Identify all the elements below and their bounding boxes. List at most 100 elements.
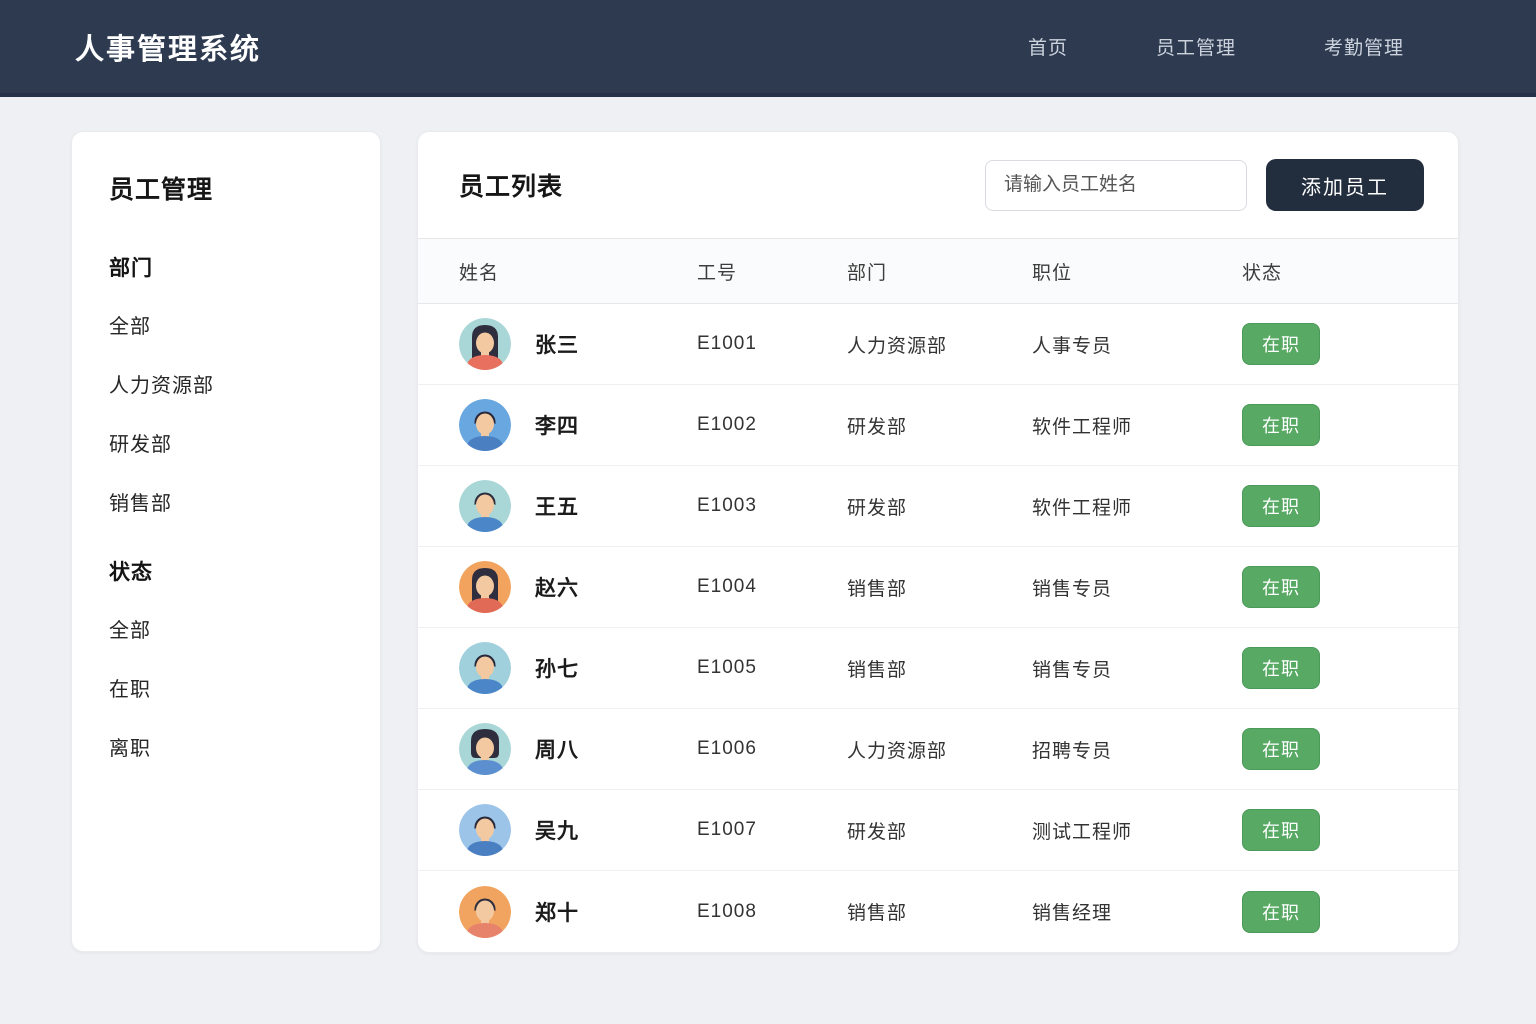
employee-name: 郑十 [535, 901, 579, 925]
employee-department: 人力资源部 [847, 335, 948, 357]
employee-name: 吴九 [535, 820, 579, 843]
app-title: 人事管理系统 [75, 33, 262, 66]
employee-id: E1006 [697, 738, 757, 759]
sidebar-section-2: 状态 全部 在职 离职 [109, 556, 356, 761]
status-cell: 在职 [1242, 647, 1417, 689]
employee-position: 软件工程师 [1032, 497, 1133, 519]
table-row[interactable]: 张三 E1001 人力资源部 人事专员 在职 [418, 304, 1458, 385]
status-cell: 在职 [1242, 323, 1417, 365]
employee-avatar [459, 804, 511, 856]
sidebar-title: 员工管理 [109, 176, 214, 204]
employee-name: 王五 [535, 496, 579, 519]
navbar: 人事管理系统 首页 员工管理 考勤管理 [0, 0, 1536, 97]
sidebar-item[interactable]: 研发部 [109, 428, 356, 457]
search-input[interactable] [985, 159, 1247, 211]
employee-list-header: 员工列表 添加员工 [418, 132, 1458, 238]
page-body: 员工管理 部门全部人力资源部研发部销售部状态全部在职离职 员工列表 添加员工 姓… [0, 97, 1536, 953]
employee-department: 研发部 [847, 416, 908, 438]
employee-avatar [459, 885, 511, 938]
employee-position: 测试工程师 [1032, 821, 1133, 843]
employee-avatar [459, 561, 511, 613]
header-actions: 添加员工 [985, 159, 1424, 211]
employee-position: 软件工程师 [1032, 416, 1133, 438]
sidebar-item[interactable]: 离职 [109, 732, 356, 761]
name-cell: 吴九 [459, 804, 697, 856]
page-title: 员工列表 [459, 173, 564, 201]
employee-name: 赵六 [535, 577, 579, 600]
name-cell: 王五 [459, 480, 697, 532]
status-badge: 在职 [1242, 890, 1320, 933]
table-row[interactable]: 吴九 E1007 研发部 测试工程师 在职 [418, 790, 1458, 871]
employee-department: 销售部 [847, 578, 908, 600]
sidebar-section-header: 部门 [109, 257, 153, 280]
table-row[interactable]: 周八 E1006 人力资源部 招聘专员 在职 [418, 709, 1458, 790]
employee-id: E1002 [697, 414, 757, 435]
employee-position: 招聘专员 [1032, 740, 1113, 762]
nav-item-2[interactable]: 员工管理 [1156, 33, 1236, 60]
employee-avatar [459, 399, 511, 451]
employee-position: 销售专员 [1032, 659, 1113, 681]
employee-position: 销售专员 [1032, 578, 1113, 600]
employee-department: 销售部 [847, 659, 908, 681]
employee-name: 李四 [535, 415, 579, 438]
status-cell: 在职 [1242, 566, 1417, 608]
employee-avatar [459, 642, 511, 694]
employee-list-card: 员工列表 添加员工 姓名工号部门职位状态 张三E1001人力资源部人事专员在职李… [417, 131, 1459, 953]
employee-department: 研发部 [847, 497, 908, 519]
status-badge: 在职 [1242, 566, 1320, 608]
sidebar-item[interactable]: 人力资源部 [109, 369, 356, 398]
employee-position: 销售经理 [1032, 903, 1113, 924]
name-cell: 张三 [459, 318, 697, 370]
employee-id: E1005 [697, 657, 757, 678]
name-cell: 赵六 [459, 561, 697, 613]
column-header: 部门 [847, 262, 888, 284]
sidebar-section-1: 部门全部人力资源部研发部销售部 [109, 252, 356, 516]
column-header: 状态 [1242, 262, 1283, 284]
sidebar-item[interactable]: 销售部 [109, 487, 356, 516]
column-header: 职位 [1032, 262, 1073, 284]
status-badge: 在职 [1242, 728, 1320, 770]
name-cell: 周八 [459, 723, 697, 775]
employee-department: 人力资源部 [847, 740, 948, 762]
table-row[interactable]: 郑十 E1008 销售部 销售经理 在职 [418, 871, 1458, 952]
status-cell: 在职 [1242, 728, 1417, 770]
status-cell: 在职 [1242, 890, 1417, 933]
status-badge: 在职 [1242, 809, 1320, 851]
table-row[interactable]: 孙七 E1005 销售部 销售专员 在职 [418, 628, 1458, 709]
table-row[interactable]: 李四 E1002 研发部 软件工程师 在职 [418, 385, 1458, 466]
table-row[interactable]: 王五 E1003 研发部 软件工程师 在职 [418, 466, 1458, 547]
employee-avatar [459, 723, 511, 775]
employee-department: 销售部 [847, 903, 908, 924]
employee-id: E1001 [697, 333, 757, 354]
sidebar-item[interactable]: 全部 [109, 614, 356, 643]
employee-avatar [459, 480, 511, 532]
status-badge: 在职 [1242, 647, 1320, 689]
status-cell: 在职 [1242, 404, 1417, 446]
status-cell: 在职 [1242, 809, 1417, 851]
status-badge: 在职 [1242, 323, 1320, 365]
sidebar-item[interactable]: 全部 [109, 310, 356, 339]
employee-name: 孙七 [535, 658, 579, 681]
employee-avatar [459, 318, 511, 370]
employee-name: 张三 [535, 334, 579, 357]
sidebar-item[interactable]: 在职 [109, 673, 356, 702]
column-header: 工号 [697, 262, 738, 284]
status-cell: 在职 [1242, 485, 1417, 527]
table-header-row: 姓名 工号 部门 职位 状态 [418, 238, 1458, 304]
nav-item-1[interactable]: 首页 [1028, 33, 1068, 60]
name-cell: 李四 [459, 399, 697, 451]
add-employee-button[interactable]: 添加员工 [1266, 159, 1424, 211]
nav-item-3[interactable]: 考勤管理 [1324, 33, 1404, 60]
employee-id: E1007 [697, 819, 757, 840]
employee-id: E1004 [697, 576, 757, 597]
table-row[interactable]: 赵六 E1004 销售部 销售专员 在职 [418, 547, 1458, 628]
employee-id: E1008 [697, 900, 757, 922]
sidebar: 员工管理 部门 全部 人力资源部 研发部 销售部 状态 全部 在职 离职 [71, 131, 381, 952]
employee-department: 研发部 [847, 821, 908, 843]
employee-name: 周八 [535, 739, 579, 762]
employee-id: E1003 [697, 495, 757, 516]
employee-position: 人事专员 [1032, 335, 1113, 357]
name-cell: 郑十 [459, 885, 697, 938]
sidebar-sections: 部门 全部 人力资源部 研发部 销售部 状态 全部 在职 离职 [109, 252, 356, 761]
column-header: 姓名 [459, 262, 500, 284]
